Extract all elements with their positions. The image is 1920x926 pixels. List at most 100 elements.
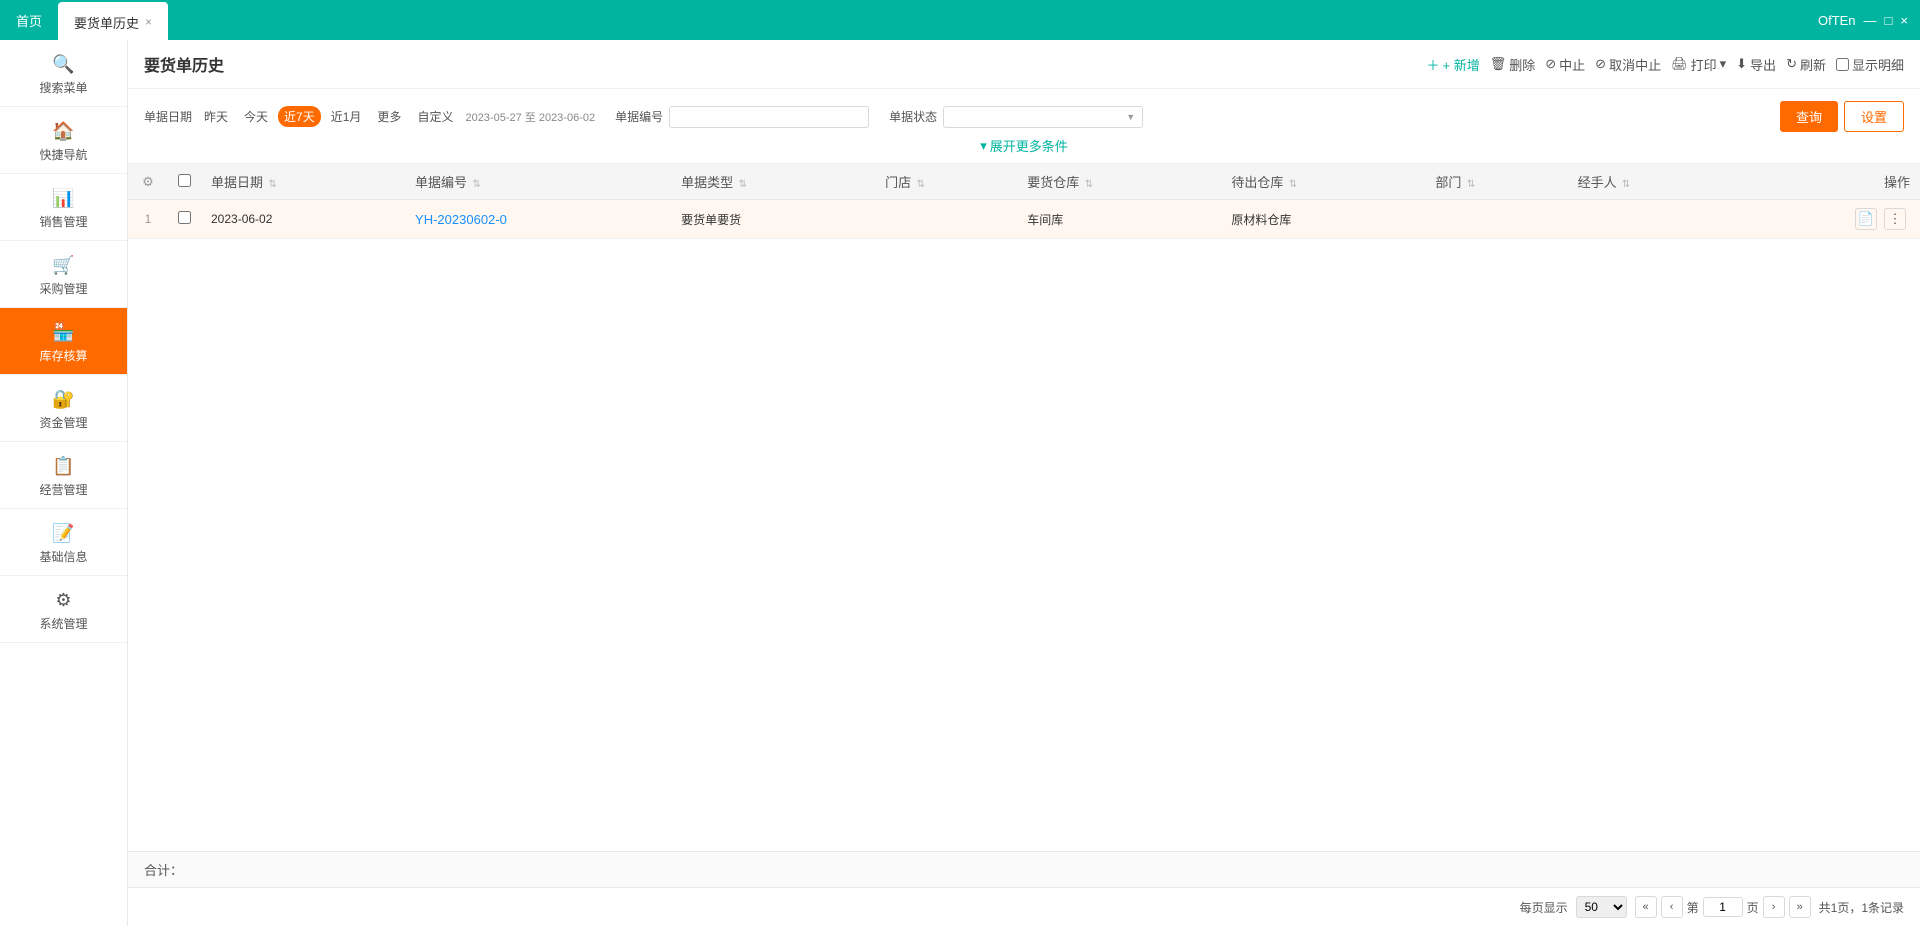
row-store <box>875 200 1017 239</box>
page-number-input[interactable] <box>1703 897 1743 917</box>
date-btn-1month[interactable]: 近1月 <box>325 106 368 127</box>
date-btn-more[interactable]: 更多 <box>371 106 407 127</box>
sidebar-item-system-label: 系统管理 <box>39 615 87 632</box>
th-store-sort-icon[interactable]: ⇅ <box>916 179 924 190</box>
sidebar-item-quicknav[interactable]: 🏠 快捷导航 <box>0 107 127 174</box>
window-controls: OfTEn — □ × <box>1818 13 1920 28</box>
minimize-btn[interactable]: — <box>1864 13 1877 28</box>
doc-status-filter-group: 单据状态 <box>889 106 1143 128</box>
sidebar-item-quicknav-label: 快捷导航 <box>39 146 87 163</box>
toolbar: ＋ + 新增 🗑 删除 ⊘ 中止 ⊘ 取消中止 <box>1426 55 1904 74</box>
row-action-more-btn[interactable]: ⋮ <box>1884 208 1906 230</box>
th-store: 门店 ⇅ <box>875 164 1017 200</box>
maximize-btn[interactable]: □ <box>1885 13 1893 28</box>
refresh-button[interactable]: ↻ 刷新 <box>1786 55 1826 74</box>
page-prefix-label: 第 <box>1687 899 1699 916</box>
doc-status-label: 单据状态 <box>889 108 937 125</box>
query-button[interactable]: 查询 <box>1780 101 1838 132</box>
basic-icon: 📝 <box>52 523 74 544</box>
operations-icon: 📋 <box>52 456 74 477</box>
th-handler-sort-icon[interactable]: ⇅ <box>1622 179 1630 190</box>
per-page-select[interactable]: 50 10 20 100 <box>1576 896 1627 918</box>
row-pending-warehouse: 原材料仓库 <box>1221 200 1425 239</box>
cancel-stop-button[interactable]: ⊘ 取消中止 <box>1595 55 1661 74</box>
prev-page-btn[interactable]: ‹ <box>1661 896 1683 918</box>
display-detail-check[interactable] <box>1836 58 1849 71</box>
select-all-checkbox[interactable] <box>178 174 191 187</box>
brand-label: OfTEn <box>1818 13 1856 28</box>
tab-home-label: 首页 <box>16 11 42 30</box>
print-icon: 🖨 <box>1671 56 1688 72</box>
column-settings-icon[interactable]: ⚙ <box>142 174 154 189</box>
print-button[interactable]: 🖨 打印 ▾ <box>1671 55 1726 74</box>
new-button[interactable]: ＋ + 新增 <box>1426 55 1479 74</box>
sidebar-item-finance[interactable]: 🔐 资金管理 <box>0 375 127 442</box>
export-button[interactable]: ⬇ 导出 <box>1736 55 1776 74</box>
th-req-warehouse-sort-icon[interactable]: ⇅ <box>1085 179 1093 190</box>
sidebar-item-search[interactable]: 🔍 搜索菜单 <box>0 40 127 107</box>
tab-home[interactable]: 首页 <box>0 0 58 40</box>
row-date: 2023-06-02 <box>201 200 405 239</box>
th-action-label: 操作 <box>1884 175 1910 190</box>
row-doc-no-link[interactable]: YH-20230602-0 <box>415 212 507 227</box>
print-dropdown-icon[interactable]: ▾ <box>1720 56 1727 72</box>
purchase-icon: 🛒 <box>52 255 74 276</box>
date-filter-label: 单据日期 <box>144 108 192 125</box>
sidebar-item-inventory-label: 库存核算 <box>39 347 87 364</box>
close-btn[interactable]: × <box>1900 13 1908 28</box>
sidebar-item-operations[interactable]: 📋 经营管理 <box>0 442 127 509</box>
refresh-label: 刷新 <box>1800 55 1826 74</box>
sales-icon: 📊 <box>52 188 74 209</box>
date-btn-today[interactable]: 今天 <box>238 106 274 127</box>
delete-button[interactable]: 🗑 删除 <box>1490 55 1536 74</box>
tab-close-icon[interactable]: × <box>145 15 152 29</box>
th-date-label: 单据日期 <box>211 175 263 190</box>
row-actions: 📄 ⋮ <box>1741 200 1920 239</box>
total-info: 共1页，1条记录 <box>1819 899 1904 916</box>
doc-status-select[interactable] <box>943 106 1143 128</box>
new-icon: ＋ <box>1426 55 1439 74</box>
table-container: ⚙ 单据日期 ⇅ 单据编号 ⇅ <box>128 164 1920 851</box>
sidebar-item-sales[interactable]: 📊 销售管理 <box>0 174 127 241</box>
display-detail-checkbox[interactable]: 显示明细 <box>1836 55 1904 74</box>
row-num: 1 <box>128 200 168 239</box>
settings-button[interactable]: 设置 <box>1844 101 1904 132</box>
date-btn-custom[interactable]: 自定义 <box>411 106 459 127</box>
sidebar-item-system[interactable]: ⚙ 系统管理 <box>0 576 127 643</box>
row-department <box>1425 200 1567 239</box>
th-department-sort-icon[interactable]: ⇅ <box>1467 179 1475 190</box>
sidebar-item-inventory[interactable]: 🏪 库存核算 <box>0 308 127 375</box>
tab-history[interactable]: 要货单历史 × <box>58 2 168 42</box>
next-page-btn[interactable]: › <box>1763 896 1785 918</box>
sidebar-item-search-label: 搜索菜单 <box>39 79 87 96</box>
th-store-label: 门店 <box>885 175 911 190</box>
finance-icon: 🔐 <box>52 389 74 410</box>
summary-bar: 合计： <box>128 851 1920 887</box>
sidebar-item-basic[interactable]: 📝 基础信息 <box>0 509 127 576</box>
row-action-view-btn[interactable]: 📄 <box>1855 208 1877 230</box>
th-checkbox <box>168 164 201 200</box>
th-doc-type-sort-icon[interactable]: ⇅ <box>738 179 746 190</box>
date-btn-7days[interactable]: 近7天 <box>278 106 321 127</box>
expand-more-btn[interactable]: ▾ 展开更多条件 <box>144 136 1904 155</box>
last-page-btn[interactable]: » <box>1789 896 1811 918</box>
row-doc-type: 要货单要货 <box>671 200 875 239</box>
table-row: 1 2023-06-02 YH-20230602-0 要货单要货 车间库 <box>128 200 1920 239</box>
first-page-btn[interactable]: « <box>1635 896 1657 918</box>
th-date-sort-icon[interactable]: ⇅ <box>268 179 276 190</box>
th-doc-no-sort-icon[interactable]: ⇅ <box>472 179 480 190</box>
doc-no-input[interactable] <box>669 106 869 128</box>
filter-actions: 查询 设置 <box>1780 101 1904 132</box>
row-checkbox[interactable] <box>178 211 191 224</box>
date-btn-yesterday[interactable]: 昨天 <box>198 106 234 127</box>
row-checkbox-cell <box>168 200 201 239</box>
th-doc-no: 单据编号 ⇅ <box>405 164 671 200</box>
main-layout: 🔍 搜索菜单 🏠 快捷导航 📊 销售管理 🛒 采购管理 🏪 库存核算 🔐 资金管… <box>0 40 1920 926</box>
th-pending-warehouse-sort-icon[interactable]: ⇅ <box>1289 179 1297 190</box>
stop-button[interactable]: ⊘ 中止 <box>1545 55 1585 74</box>
th-doc-no-label: 单据编号 <box>415 175 467 190</box>
date-range-display: 2023-05-27 至 2023-06-02 <box>465 109 595 125</box>
th-req-warehouse-label: 要货仓库 <box>1027 175 1079 190</box>
sidebar-item-purchase[interactable]: 🛒 采购管理 <box>0 241 127 308</box>
doc-no-label: 单据编号 <box>615 108 663 125</box>
